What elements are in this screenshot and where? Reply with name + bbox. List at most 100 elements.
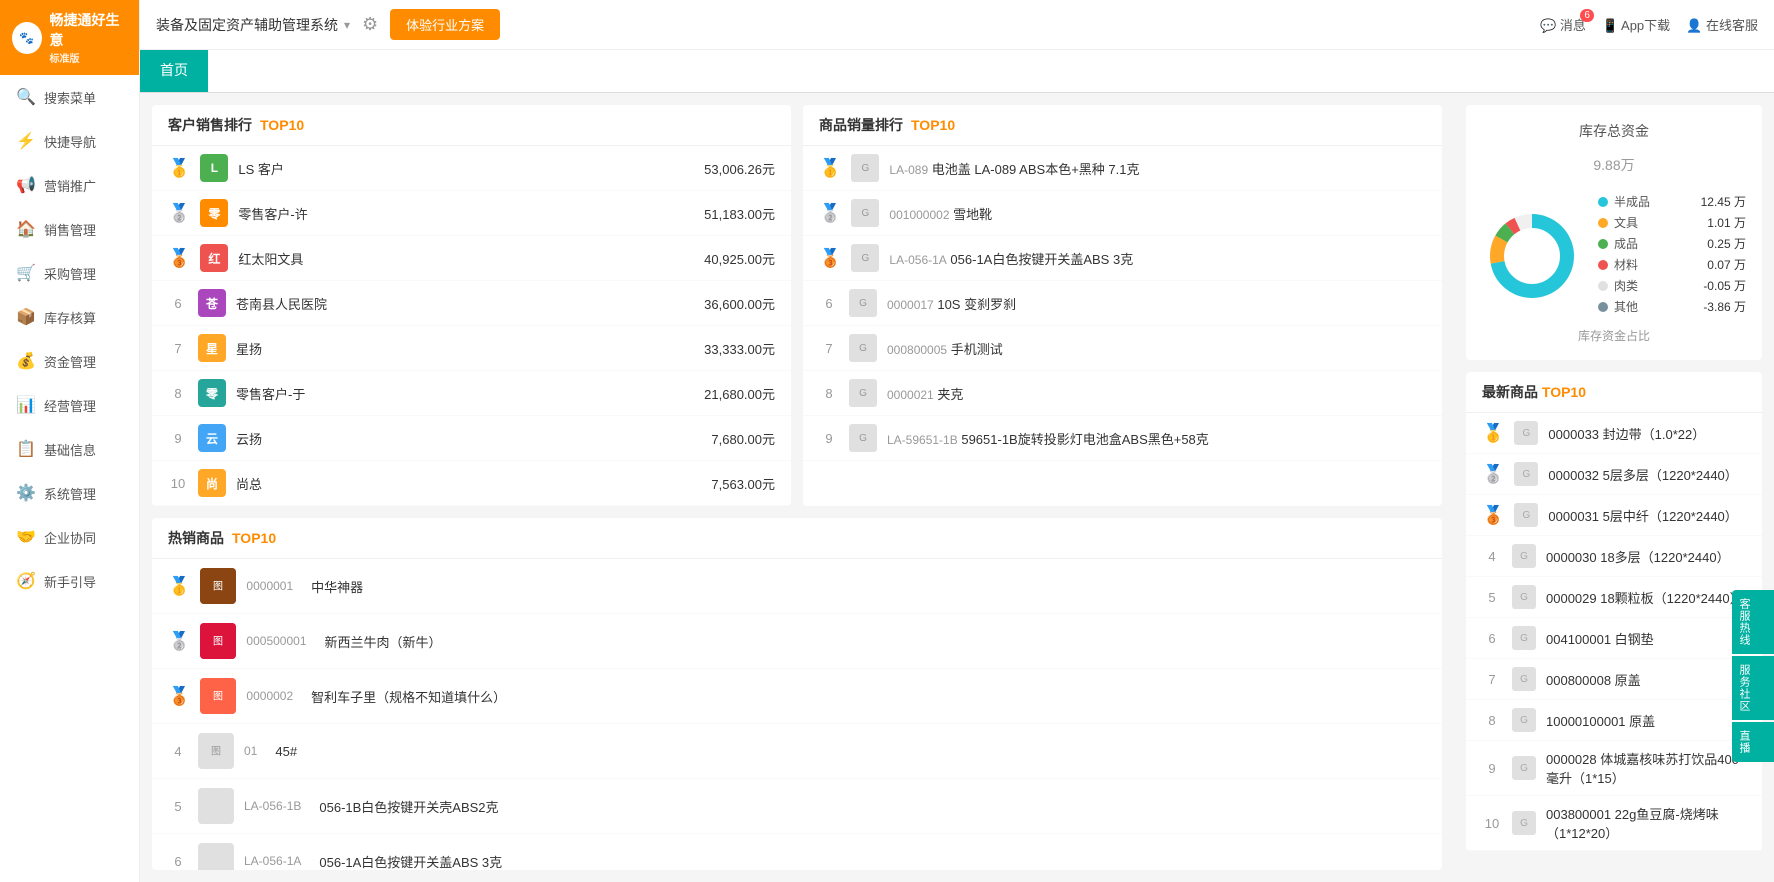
message-button[interactable]: 💬 6 消息 (1540, 15, 1586, 34)
product-code: LA-056-1A (244, 854, 301, 868)
product-code: LA-089 (889, 163, 928, 177)
float-service-button[interactable]: 客服热线 (1732, 590, 1774, 654)
customer-value: 51,183.00元 (704, 204, 775, 223)
product-name: 056-1A白色按键开关盖ABS 3克 (319, 852, 502, 871)
stock-unit: 万 (1621, 157, 1635, 173)
legend-value: 0.07 万 (1707, 256, 1746, 273)
product-name: 056-1A白色按键开关盖ABS 3克 (950, 252, 1133, 267)
list-item: 4 图 01 45# (152, 724, 1442, 779)
legend-color-dot (1598, 260, 1608, 270)
stock-donut-chart (1482, 206, 1582, 306)
float-live-button[interactable]: 直播 (1732, 722, 1774, 762)
stock-label: 库存资金占比 (1482, 327, 1746, 344)
rank-number: 8 (1482, 713, 1502, 728)
sidebar-item-system[interactable]: ⚙️ 系统管理 (0, 471, 139, 515)
tab-home-label: 首页 (160, 62, 188, 78)
sidebar-item-finance-label: 资金管理 (44, 352, 96, 371)
sidebar-item-search[interactable]: 🔍 搜索菜单 (0, 75, 139, 119)
sidebar-item-sales-label: 销售管理 (44, 220, 96, 239)
sidebar-item-basic-label: 基础信息 (44, 440, 96, 459)
search-icon: 🔍 (16, 87, 36, 107)
product-name: 000800008 原盖 (1546, 670, 1746, 689)
product-rank-badge: TOP10 (911, 117, 955, 133)
avatar: 红 (200, 244, 228, 272)
sidebar-item-inventory[interactable]: 📦 库存核算 (0, 295, 139, 339)
topbar: 装备及固定资产辅助管理系统 ▾ ⚙ 体验行业方案 💬 6 消息 📱 App下载 … (140, 0, 1774, 50)
rank-number: 9 (1482, 761, 1502, 776)
sidebar-item-sales[interactable]: 🏠 销售管理 (0, 207, 139, 251)
product-info: 000800005 手机测试 (887, 339, 1426, 358)
system-name-selector[interactable]: 装备及固定资产辅助管理系统 ▾ (156, 15, 350, 35)
customer-rank-list: 🥇 L LS 客户 53,006.26元 🥈 零 零售客户-许 51,183.0… (152, 146, 791, 506)
gold-medal-icon: 🥇 (819, 158, 841, 179)
table-row: 🥇 G LA-089 电池盖 LA-089 ABS本色+黑种 7.1克 (803, 146, 1442, 191)
product-name: 0000031 5层中纤（1220*2440） (1548, 506, 1746, 525)
content-main: 客户销售排行 TOP10 🥇 L LS 客户 53,006.26元 🥈 (140, 93, 1454, 882)
product-info: 001000002 雪地靴 (889, 204, 1426, 223)
product-name: 0000032 5层多层（1220*2440） (1548, 465, 1746, 484)
sidebar-item-cooperation[interactable]: 🤝 企业协同 (0, 515, 139, 559)
marketing-icon: 📢 (16, 175, 36, 195)
sidebar-item-finance[interactable]: 💰 资金管理 (0, 339, 139, 383)
cooperation-icon: 🤝 (16, 527, 36, 547)
sidebar-item-guide[interactable]: 🧭 新手引导 (0, 559, 139, 603)
customer-value: 40,925.00元 (704, 249, 775, 268)
app-download-button[interactable]: 📱 App下载 (1602, 15, 1670, 34)
list-item: 6 G 004100001 白钢垫 (1466, 618, 1762, 659)
content-area: 客户销售排行 TOP10 🥇 L LS 客户 53,006.26元 🥈 (140, 93, 1774, 882)
product-name: 003800001 22g鱼豆腐-烧烤味（1*12*20） (1546, 804, 1746, 842)
product-thumbnail: G (1512, 544, 1536, 568)
hot-products-panel: 热销商品 TOP10 🥇 图 0000001 中华神器 🥈 (152, 518, 1442, 870)
product-name: 中华神器 (311, 577, 363, 596)
content-right: 库存总资金 9.88万 (1454, 93, 1774, 882)
sidebar-item-quicknav[interactable]: ⚡ 快捷导航 (0, 119, 139, 163)
legend-value: 0.25 万 (1707, 235, 1746, 252)
sidebar-item-operations[interactable]: 📊 经营管理 (0, 383, 139, 427)
legend-name: 其他 (1614, 298, 1697, 315)
trial-button[interactable]: 体验行业方案 (390, 9, 500, 40)
legend-color-dot (1598, 302, 1608, 312)
newest-products-panel: 最新商品 TOP10 🥇 G 0000033 封边带（1.0*22） 🥈 G 0… (1466, 372, 1762, 851)
legend-item: 成品 0.25 万 (1598, 235, 1746, 252)
table-row: 8 G 0000021 夹克 (803, 371, 1442, 416)
legend-value: -3.86 万 (1703, 298, 1746, 315)
basic-icon: 📋 (16, 439, 36, 459)
avatar: 尚 (198, 469, 226, 497)
product-name: 0000033 封边带（1.0*22） (1548, 424, 1746, 443)
sidebar-item-basic[interactable]: 📋 基础信息 (0, 427, 139, 471)
svg-text:图: 图 (213, 691, 223, 703)
list-item: 8 G 10000100001 原盖 (1466, 700, 1762, 741)
sidebar-item-marketing[interactable]: 📢 营销推广 (0, 163, 139, 207)
product-name: 004100001 白钢垫 (1546, 629, 1746, 648)
legend-name: 肉类 (1614, 277, 1697, 294)
logo-sub: 标准版 (50, 50, 127, 65)
gold-medal-icon: 🥇 (168, 158, 190, 179)
rank-number: 6 (1482, 631, 1502, 646)
product-name: 电池盖 LA-089 ABS本色+黑种 7.1克 (932, 162, 1140, 177)
table-row: 🥉 G LA-056-1A 056-1A白色按键开关盖ABS 3克 (803, 236, 1442, 281)
guide-icon: 🧭 (16, 571, 36, 591)
stock-total-value: 9.88万 (1482, 149, 1746, 177)
product-name: 10000100001 原盖 (1546, 711, 1746, 730)
rank-number: 8 (819, 386, 839, 401)
legend-value: 1.01 万 (1707, 214, 1746, 231)
float-community-button[interactable]: 服务社区 (1732, 656, 1774, 720)
table-row: 8 零 零售客户-于 21,680.00元 (152, 371, 791, 416)
product-code: LA-59651-1B (887, 433, 958, 447)
product-image: G (851, 154, 879, 182)
newest-badge: TOP10 (1542, 384, 1586, 400)
online-service-button[interactable]: 👤 在线客服 (1686, 15, 1758, 34)
hot-products-title: 热销商品 (168, 528, 224, 548)
newest-products-title: 最新商品 (1482, 384, 1542, 400)
product-thumbnail: 图 (198, 733, 234, 769)
sidebar-item-purchase[interactable]: 🛒 采购管理 (0, 251, 139, 295)
stock-title: 库存总资金 (1482, 121, 1746, 141)
rank-number: 6 (168, 296, 188, 311)
tab-home[interactable]: 首页 (140, 50, 208, 92)
customer-value: 53,006.26元 (704, 159, 775, 178)
product-thumbnail: G (1514, 421, 1538, 445)
list-item: 9 G 0000028 体城嘉核味苏打饮品400毫升（1*15） (1466, 741, 1762, 796)
customer-rank-header: 客户销售排行 TOP10 (152, 105, 791, 146)
settings-icon[interactable]: ⚙ (362, 14, 378, 35)
product-info: LA-089 电池盖 LA-089 ABS本色+黑种 7.1克 (889, 159, 1426, 178)
